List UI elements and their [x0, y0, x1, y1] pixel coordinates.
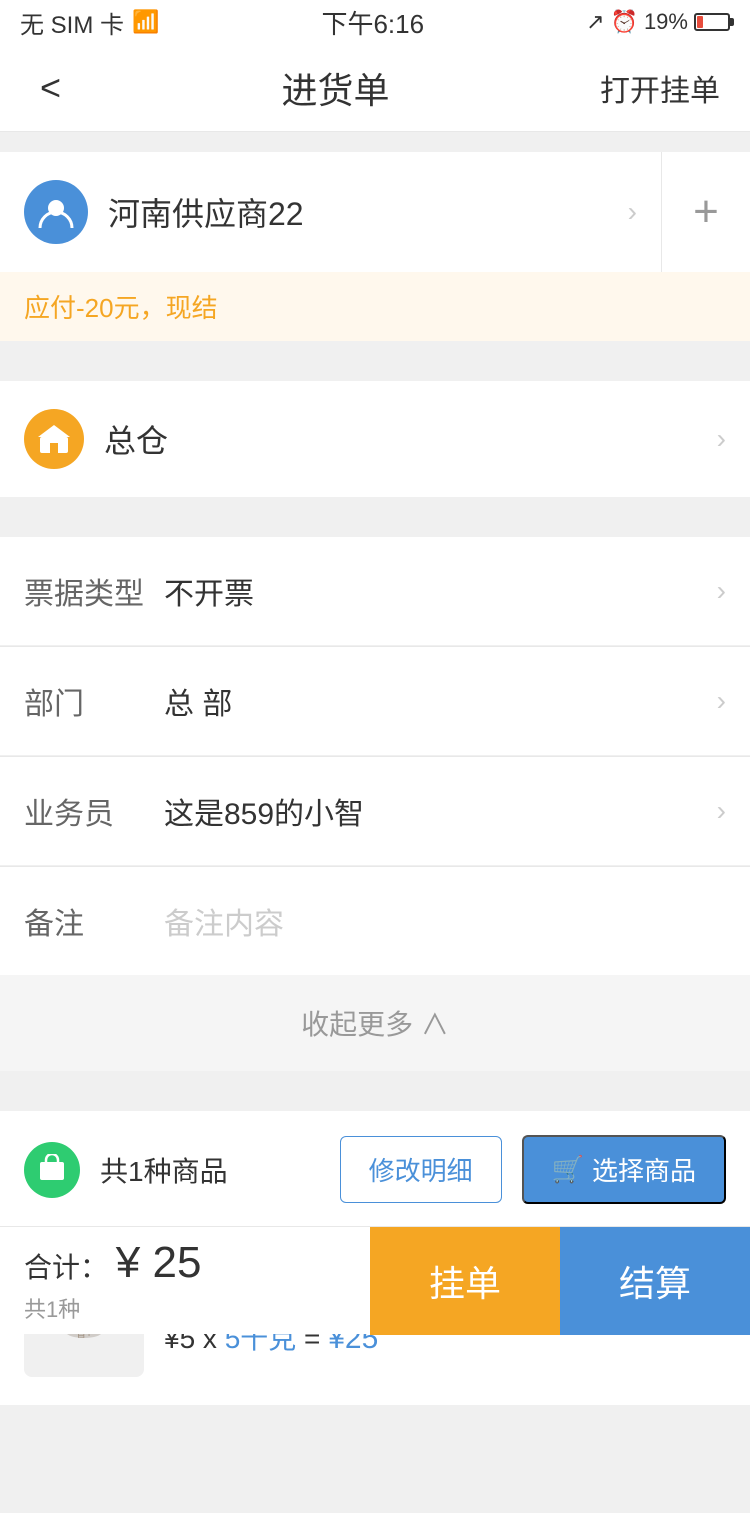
- status-bar: 无 SIM 卡 📶 下午6:16 ↗ ⏰ 19%: [0, 0, 750, 44]
- nav-bar: < 进货单 打开挂单: [0, 44, 750, 132]
- divider-1: [0, 132, 750, 152]
- divider-2: [0, 341, 750, 361]
- salesman-row[interactable]: 业务员 这是859的小智 ›: [0, 757, 750, 866]
- salesman-label: 业务员: [24, 789, 144, 833]
- modify-detail-button[interactable]: 修改明细: [340, 1136, 502, 1203]
- checkout-button[interactable]: 结算: [560, 1227, 750, 1335]
- remark-row[interactable]: 备注 备注内容: [0, 867, 750, 975]
- status-right: ↗ ⏰ 19%: [586, 9, 730, 35]
- invoice-type-label: 票据类型: [24, 569, 144, 613]
- alarm-icon: ⏰: [611, 9, 638, 35]
- select-product-label: 选择商品: [592, 1151, 696, 1188]
- remark-label: 备注: [24, 899, 144, 943]
- add-supplier-button[interactable]: +: [662, 152, 750, 272]
- back-button[interactable]: <: [30, 57, 71, 119]
- wifi-icon: 📶: [132, 9, 159, 35]
- products-icon: [24, 1142, 80, 1198]
- collapse-button[interactable]: 收起更多 ∧: [0, 975, 750, 1071]
- department-value: 总 部: [144, 679, 717, 723]
- debt-notice: 应付-20元，现结: [0, 272, 750, 341]
- department-label: 部门: [24, 679, 144, 723]
- warehouse-icon: [24, 409, 84, 469]
- time-label: 下午6:16: [321, 4, 424, 41]
- products-header: 共1种商品 修改明细 🛒 选择商品: [0, 1111, 750, 1229]
- salesman-value: 这是859的小智: [144, 789, 717, 833]
- nav-title: 进货单: [282, 62, 390, 114]
- divider-4: [0, 1071, 750, 1091]
- select-product-button[interactable]: 🛒 选择商品: [522, 1135, 726, 1204]
- invoice-type-value: 不开票: [144, 569, 717, 613]
- invoice-type-row[interactable]: 票据类型 不开票 ›: [0, 537, 750, 646]
- total-count: 共1种: [24, 1292, 346, 1324]
- battery-icon: [694, 13, 730, 31]
- pending-button[interactable]: 挂单: [370, 1227, 560, 1335]
- footer-total-row: 合计： ¥ 25: [24, 1238, 346, 1288]
- open-pending-button[interactable]: 打开挂单: [600, 66, 720, 110]
- carrier-label: 无 SIM 卡: [20, 5, 124, 40]
- total-amount: ¥ 25: [116, 1238, 202, 1287]
- supplier-select-button[interactable]: 河南供应商22 ›: [0, 152, 662, 272]
- battery-percent: 19%: [644, 9, 688, 35]
- warehouse-section[interactable]: 总仓 ›: [0, 381, 750, 497]
- footer-spacer: [0, 1405, 750, 1513]
- status-left: 无 SIM 卡 📶: [20, 5, 159, 40]
- footer: 合计： ¥ 25 共1种 挂单 结算: [0, 1226, 750, 1334]
- footer-total: 合计： ¥ 25 共1种: [0, 1238, 370, 1324]
- warehouse-name: 总仓: [104, 416, 697, 462]
- remark-placeholder: 备注内容: [144, 899, 726, 943]
- divider-3: [0, 497, 750, 517]
- form-section: 票据类型 不开票 › 部门 总 部 › 业务员 这是859的小智 › 备注 备注…: [0, 537, 750, 975]
- supplier-name: 河南供应商22: [108, 189, 608, 235]
- warehouse-chevron-icon: ›: [717, 423, 726, 455]
- department-chevron-icon: ›: [717, 685, 726, 717]
- supplier-section: 河南供应商22 › +: [0, 152, 750, 272]
- department-row[interactable]: 部门 总 部 ›: [0, 647, 750, 756]
- cart-icon: 🛒: [552, 1154, 584, 1185]
- invoice-chevron-icon: ›: [717, 575, 726, 607]
- supplier-avatar: [24, 180, 88, 244]
- location-icon: ↗: [586, 9, 604, 35]
- chevron-right-icon: ›: [628, 196, 637, 228]
- salesman-chevron-icon: ›: [717, 795, 726, 827]
- products-count-label: 共1种商品: [100, 1150, 320, 1190]
- total-label: 合计：: [24, 1252, 108, 1283]
